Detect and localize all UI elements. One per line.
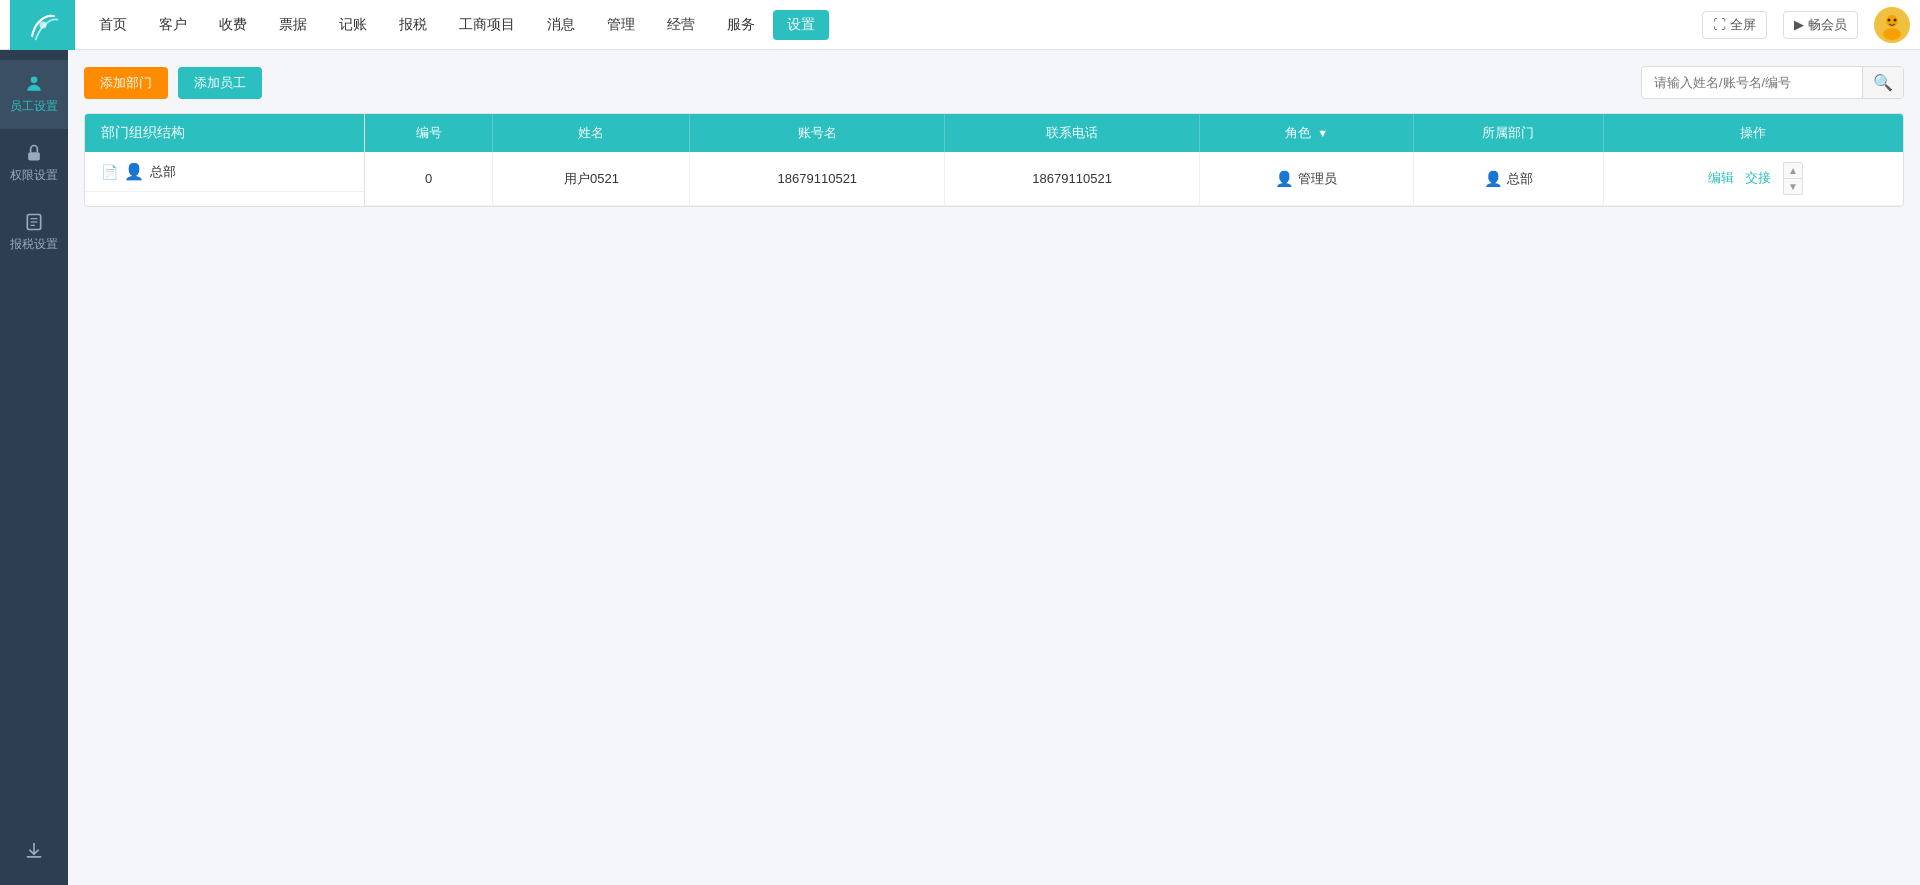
dept-tree-item[interactable]: 📄 👤 总部 bbox=[85, 152, 364, 192]
add-dept-button[interactable]: 添加部门 bbox=[84, 67, 168, 99]
cell-account: 18679110521 bbox=[690, 152, 945, 206]
add-employee-button[interactable]: 添加员工 bbox=[178, 67, 262, 99]
nav-right-actions: ⛶ 全屏 ▶ 畅会员 bbox=[1702, 7, 1910, 43]
nav-billing[interactable]: 收费 bbox=[205, 10, 261, 40]
dept-tree: 部门组织结构 📄 👤 总部 bbox=[85, 114, 365, 206]
cell-dept: 👤 总部 bbox=[1413, 152, 1603, 206]
col-role: 角色 ▼ bbox=[1200, 114, 1414, 152]
scroll-up-btn[interactable]: ▲ bbox=[1783, 162, 1803, 179]
col-name: 姓名 bbox=[493, 114, 690, 152]
nav-tax[interactable]: 报税 bbox=[385, 10, 441, 40]
nav-message[interactable]: 消息 bbox=[533, 10, 589, 40]
nav-menu: 首页 客户 收费 票据 记账 报税 工商项目 消息 管理 经营 服务 设置 bbox=[85, 10, 1702, 40]
nav-manage[interactable]: 管理 bbox=[593, 10, 649, 40]
fullscreen-button[interactable]: ⛶ 全屏 bbox=[1702, 11, 1767, 39]
nav-accounting[interactable]: 记账 bbox=[325, 10, 381, 40]
cell-name: 用户0521 bbox=[493, 152, 690, 206]
person-icon bbox=[24, 74, 44, 94]
col-account: 账号名 bbox=[690, 114, 945, 152]
app-logo bbox=[10, 0, 75, 50]
nav-customer[interactable]: 客户 bbox=[145, 10, 201, 40]
main-layout: 员工设置 权限设置 报税设置 bbox=[0, 50, 1920, 885]
table-header-row: 编号 姓名 账号名 联系电话 角色 ▼ 所属部门 操作 bbox=[365, 114, 1903, 152]
file-icon: 📄 bbox=[101, 164, 118, 180]
col-actions: 操作 bbox=[1603, 114, 1903, 152]
sidebar-item-download[interactable] bbox=[20, 827, 48, 875]
dept-user-icon: 👤 bbox=[1484, 170, 1503, 188]
nav-home[interactable]: 首页 bbox=[85, 10, 141, 40]
sidebar-item-permission[interactable]: 权限设置 bbox=[0, 129, 68, 198]
svg-point-2 bbox=[1883, 28, 1901, 40]
lock-icon bbox=[24, 143, 44, 163]
col-phone: 联系电话 bbox=[945, 114, 1200, 152]
sidebar-label-tax: 报税设置 bbox=[10, 236, 58, 253]
cell-id: 0 bbox=[365, 152, 493, 206]
nav-business[interactable]: 工商项目 bbox=[445, 10, 529, 40]
filter-icon[interactable]: ▼ bbox=[1317, 127, 1328, 139]
col-dept: 所属部门 bbox=[1413, 114, 1603, 152]
cell-phone: 18679110521 bbox=[945, 152, 1200, 206]
fullscreen-icon: ⛶ bbox=[1713, 17, 1726, 32]
svg-point-0 bbox=[39, 21, 46, 28]
tax-icon bbox=[24, 212, 44, 232]
nav-invoice[interactable]: 票据 bbox=[265, 10, 321, 40]
nav-service[interactable]: 服务 bbox=[713, 10, 769, 40]
sidebar-item-tax[interactable]: 报税设置 bbox=[0, 198, 68, 267]
employee-area: 部门组织结构 📄 👤 总部 编号 姓名 账号名 联系电话 bbox=[84, 113, 1904, 207]
main-content: 添加部门 添加员工 🔍 部门组织结构 📄 👤 总部 bbox=[68, 50, 1920, 885]
svg-point-4 bbox=[1894, 18, 1897, 21]
download-icon bbox=[24, 841, 44, 861]
role-user-icon: 👤 bbox=[1275, 170, 1294, 188]
employee-table-container: 编号 姓名 账号名 联系电话 角色 ▼ 所属部门 操作 bbox=[365, 114, 1903, 206]
dept-name: 总部 bbox=[150, 163, 176, 181]
svg-point-7 bbox=[33, 155, 36, 158]
sidebar: 员工设置 权限设置 报税设置 bbox=[0, 50, 68, 885]
search-box: 🔍 bbox=[1641, 66, 1904, 99]
dept-tree-header: 部门组织结构 bbox=[85, 114, 364, 152]
user-tree-icon: 👤 bbox=[124, 162, 144, 181]
top-navigation: 首页 客户 收费 票据 记账 报税 工商项目 消息 管理 经营 服务 设置 ⛶ … bbox=[0, 0, 1920, 50]
scroll-down-btn[interactable]: ▼ bbox=[1783, 179, 1803, 195]
employee-table: 编号 姓名 账号名 联系电话 角色 ▼ 所属部门 操作 bbox=[365, 114, 1903, 206]
page-toolbar: 添加部门 添加员工 🔍 bbox=[84, 66, 1904, 99]
svg-point-3 bbox=[1888, 18, 1891, 21]
edit-link[interactable]: 编辑 bbox=[1708, 170, 1734, 185]
member-label: 畅会员 bbox=[1808, 16, 1847, 34]
nav-operation[interactable]: 经营 bbox=[653, 10, 709, 40]
svg-point-5 bbox=[31, 77, 38, 84]
search-button[interactable]: 🔍 bbox=[1862, 67, 1903, 98]
sidebar-item-employee[interactable]: 员工设置 bbox=[0, 60, 68, 129]
dept-value: 总部 bbox=[1507, 170, 1533, 188]
transfer-link[interactable]: 交接 bbox=[1745, 170, 1771, 185]
col-id: 编号 bbox=[365, 114, 493, 152]
user-avatar[interactable] bbox=[1874, 7, 1910, 43]
cell-role: 👤 管理员 bbox=[1200, 152, 1414, 206]
sidebar-label-permission: 权限设置 bbox=[10, 167, 58, 184]
search-input[interactable] bbox=[1642, 69, 1862, 96]
table-row: 0 用户0521 18679110521 18679110521 👤 管理员 bbox=[365, 152, 1903, 206]
cell-actions: 编辑 交接 ▲ ▼ bbox=[1603, 152, 1903, 206]
nav-settings[interactable]: 设置 bbox=[773, 10, 829, 40]
fullscreen-label: 全屏 bbox=[1730, 16, 1756, 34]
sidebar-label-employee: 员工设置 bbox=[10, 98, 58, 115]
search-icon: 🔍 bbox=[1873, 74, 1893, 91]
member-icon: ▶ bbox=[1794, 17, 1804, 32]
member-button[interactable]: ▶ 畅会员 bbox=[1783, 11, 1858, 39]
role-value: 管理员 bbox=[1298, 170, 1337, 188]
